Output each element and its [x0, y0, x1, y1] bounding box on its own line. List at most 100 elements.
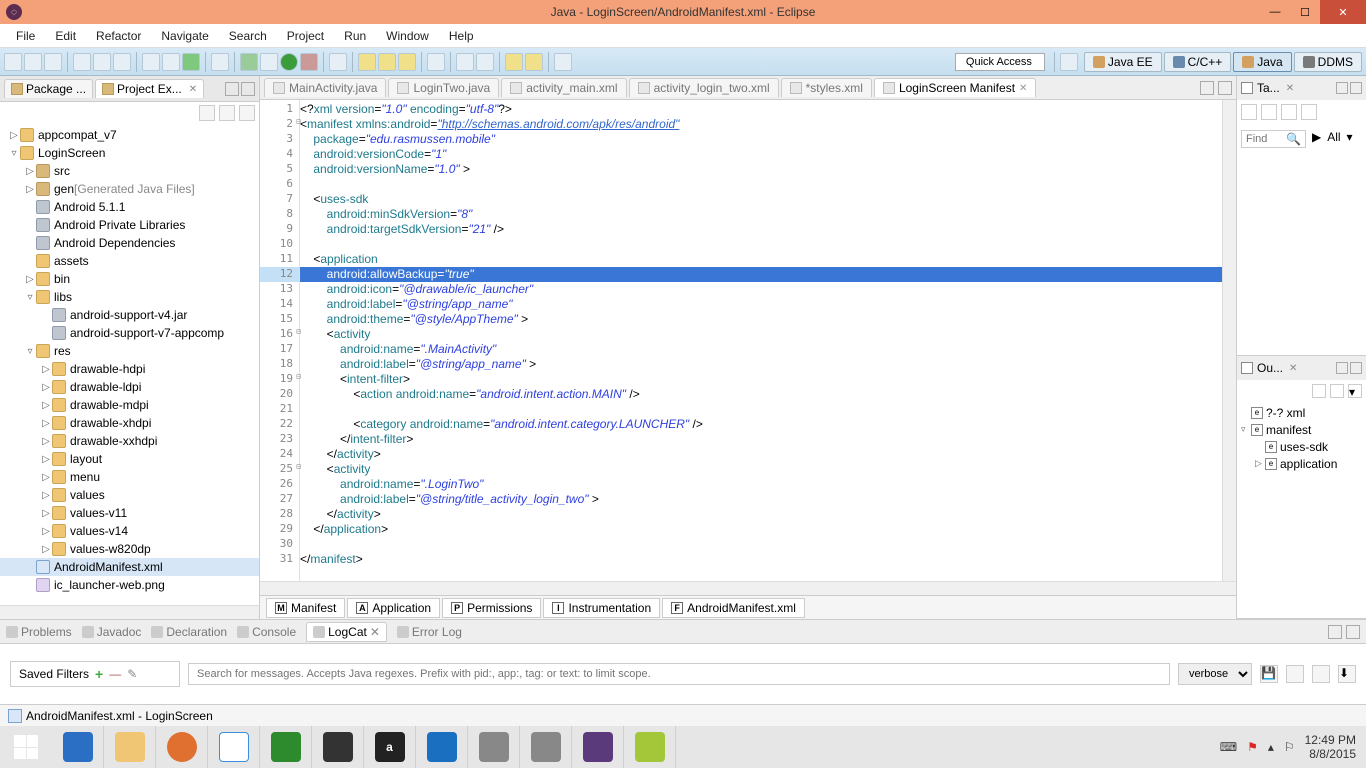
outline-tab[interactable]: Ou... ✕: [1237, 356, 1366, 380]
editor-max-icon[interactable]: [1218, 81, 1232, 95]
outline-sort-icon[interactable]: [1312, 384, 1326, 398]
outline-item[interactable]: ▿emanifest: [1241, 421, 1362, 438]
run-last-icon[interactable]: [280, 53, 298, 71]
menu-refactor[interactable]: Refactor: [86, 29, 151, 43]
menu-edit[interactable]: Edit: [45, 29, 86, 43]
clear-log-icon[interactable]: [1286, 665, 1304, 683]
taskbar-onedrive[interactable]: [416, 726, 468, 768]
close-tab-icon[interactable]: ✕: [1019, 83, 1027, 94]
editor-tab[interactable]: LoginTwo.java: [388, 78, 499, 97]
outline-close-icon[interactable]: ✕: [1289, 363, 1297, 374]
task-close-icon[interactable]: ✕: [1286, 83, 1294, 94]
add-filter-icon[interactable]: +: [95, 666, 103, 682]
line-gutter[interactable]: 1234567891011121314151617181920212223242…: [260, 100, 300, 581]
perspective-java[interactable]: Java: [1233, 52, 1291, 72]
annotation-icon[interactable]: [456, 53, 474, 71]
perspective-java-ee[interactable]: Java EE: [1084, 52, 1162, 72]
tree-item[interactable]: ▷values: [0, 486, 259, 504]
tree-item[interactable]: ▷drawable-ldpi: [0, 378, 259, 396]
bottom-tab-declaration[interactable]: Declaration: [151, 625, 227, 639]
tree-item[interactable]: ▷drawable-xxhdpi: [0, 432, 259, 450]
editor-tab[interactable]: LoginScreen Manifest✕: [874, 78, 1036, 97]
editor-tab[interactable]: MainActivity.java: [264, 78, 386, 97]
link-editor-icon[interactable]: [219, 105, 235, 121]
minimize-button[interactable]: —: [1260, 0, 1290, 24]
start-button[interactable]: [0, 726, 52, 768]
task-menu-icon[interactable]: [1301, 104, 1317, 120]
editor-tab[interactable]: activity_main.xml: [501, 78, 626, 97]
editor-tab[interactable]: *styles.xml: [781, 78, 872, 97]
task-new-icon[interactable]: [1241, 104, 1257, 120]
tree-item[interactable]: assets: [0, 252, 259, 270]
save-all-icon[interactable]: [44, 53, 62, 71]
new-class-icon[interactable]: [182, 53, 200, 71]
tree-item[interactable]: android-support-v7-appcomp: [0, 324, 259, 342]
save-log-icon[interactable]: 💾: [1260, 665, 1278, 683]
tree-item[interactable]: ▿LoginScreen: [0, 144, 259, 162]
import-icon[interactable]: [398, 53, 416, 71]
tree-item[interactable]: ▷appcompat_v7: [0, 126, 259, 144]
project-tree[interactable]: ▷appcompat_v7▿LoginScreen▷src▷gen [Gener…: [0, 124, 259, 605]
taskbar-explorer[interactable]: [104, 726, 156, 768]
tree-item[interactable]: ic_launcher-web.png: [0, 576, 259, 594]
run-icon[interactable]: [260, 53, 278, 71]
menu-file[interactable]: File: [6, 29, 45, 43]
task-cat-icon[interactable]: [1261, 104, 1277, 120]
keyboard-icon[interactable]: ⌨: [1220, 740, 1237, 754]
task-max-icon[interactable]: [1350, 82, 1362, 94]
avd-manager-icon[interactable]: [93, 53, 111, 71]
taskbar-store[interactable]: [260, 726, 312, 768]
tree-item[interactable]: ▷src: [0, 162, 259, 180]
new-project-icon[interactable]: [142, 53, 160, 71]
tree-item[interactable]: Android 5.1.1: [0, 198, 259, 216]
tree-item[interactable]: ▿libs: [0, 288, 259, 306]
toggle-mark-icon[interactable]: [476, 53, 494, 71]
bottom-min-icon[interactable]: [1328, 625, 1342, 639]
open-type-icon[interactable]: [211, 53, 229, 71]
back-icon[interactable]: [505, 53, 523, 71]
tree-item[interactable]: ▷drawable-xhdpi: [0, 414, 259, 432]
taskbar-eclipse[interactable]: [572, 726, 624, 768]
outline-item[interactable]: e?-? xml: [1241, 404, 1362, 421]
external-tools-icon[interactable]: [300, 53, 318, 71]
taskbar-app2[interactable]: [468, 726, 520, 768]
outline-filter-icon[interactable]: [1330, 384, 1344, 398]
new-icon[interactable]: [4, 53, 22, 71]
tree-item[interactable]: ▷values-w820dp: [0, 540, 259, 558]
open-folder-icon[interactable]: [378, 53, 396, 71]
manifest-tab-androidmanifest-xml[interactable]: FAndroidManifest.xml: [662, 598, 805, 618]
save-icon[interactable]: [24, 53, 42, 71]
lint-icon[interactable]: [113, 53, 131, 71]
forward-icon[interactable]: [525, 53, 543, 71]
outline-item[interactable]: ▷eapplication: [1241, 455, 1362, 472]
task-list-tab[interactable]: Ta... ✕: [1237, 76, 1366, 100]
tree-item[interactable]: AndroidManifest.xml: [0, 558, 259, 576]
outline-item[interactable]: euses-sdk: [1241, 438, 1362, 455]
tree-item[interactable]: Android Private Libraries: [0, 216, 259, 234]
left-max-icon[interactable]: [241, 82, 255, 96]
maximize-button[interactable]: ☐: [1290, 0, 1320, 24]
all-dropdown-icon[interactable]: ▾: [1347, 130, 1353, 144]
coverage-icon[interactable]: [329, 53, 347, 71]
tree-item[interactable]: ▷layout: [0, 450, 259, 468]
taskbar-dropbox[interactable]: [208, 726, 260, 768]
taskbar-ie[interactable]: [52, 726, 104, 768]
find-field[interactable]: [1246, 133, 1286, 145]
perspective-ddms[interactable]: DDMS: [1294, 52, 1362, 72]
outline-menu-icon[interactable]: ▾: [1348, 384, 1362, 398]
manifest-tab-instrumentation[interactable]: IInstrumentation: [543, 598, 660, 618]
close-button[interactable]: ✕: [1320, 0, 1366, 24]
log-level-select[interactable]: verbose: [1178, 663, 1252, 685]
taskbar-amazon[interactable]: a: [364, 726, 416, 768]
alert-icon[interactable]: ⚑: [1247, 740, 1258, 754]
manifest-tab-permissions[interactable]: PPermissions: [442, 598, 541, 618]
left-min-icon[interactable]: [225, 82, 239, 96]
menu-search[interactable]: Search: [219, 29, 277, 43]
menu-navigate[interactable]: Navigate: [151, 29, 218, 43]
tree-item[interactable]: android-support-v4.jar: [0, 306, 259, 324]
remove-filter-icon[interactable]: —: [109, 667, 121, 681]
tree-item[interactable]: ▷gen [Generated Java Files]: [0, 180, 259, 198]
manifest-tab-manifest[interactable]: MManifest: [266, 598, 345, 618]
bottom-tab-problems[interactable]: Problems: [6, 625, 72, 639]
bottom-max-icon[interactable]: [1346, 625, 1360, 639]
